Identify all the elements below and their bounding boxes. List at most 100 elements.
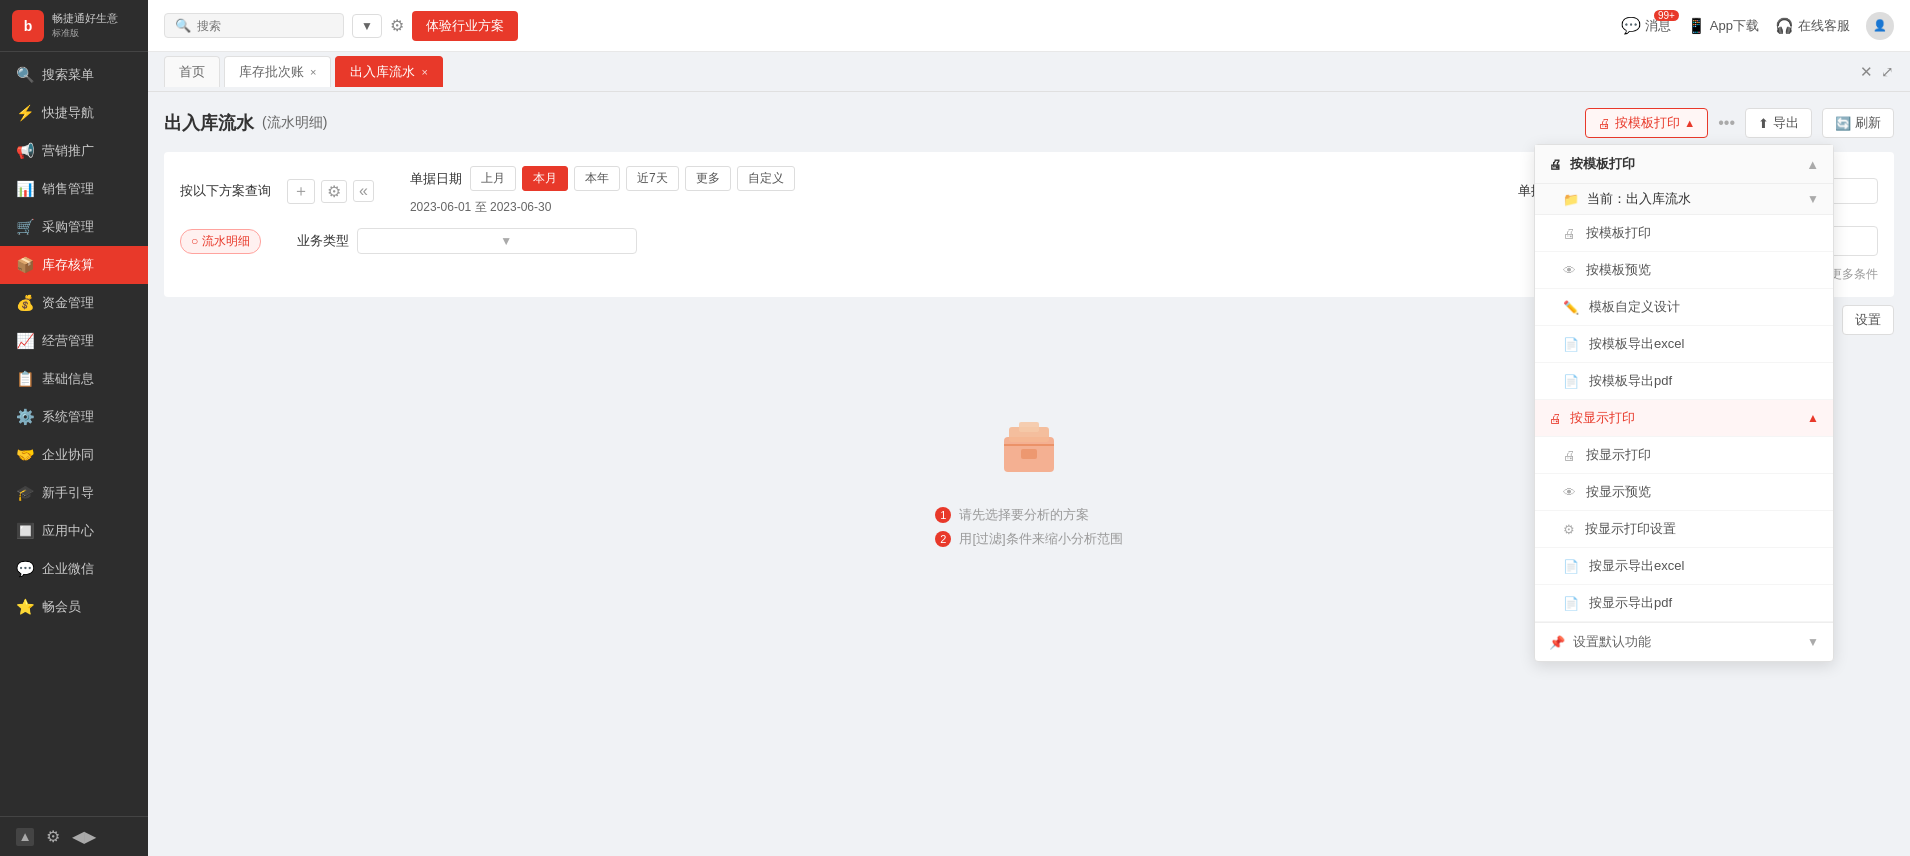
export-button[interactable]: ⬆ 导出: [1745, 108, 1812, 138]
refresh-button[interactable]: 🔄 刷新: [1822, 108, 1894, 138]
empty-hint-2: 用[过滤]条件来缩小分析范围: [935, 527, 1122, 551]
sidebar-item-label-operation: 经营管理: [42, 332, 94, 350]
sidebar-item-system[interactable]: ⚙️ 系统管理: [0, 398, 148, 436]
dropdown-item-display-pdf[interactable]: 📄 按显示导出pdf: [1535, 585, 1833, 622]
date-btn-7days[interactable]: 近7天: [626, 166, 679, 191]
collapse-sidebar-icon[interactable]: ◀▶: [72, 827, 96, 846]
inventory-icon: 📦: [16, 256, 34, 274]
date-btn-more[interactable]: 更多: [685, 166, 731, 191]
page-actions-wrapper: 🖨 按模板打印 ▲ ••• ⬆ 导出 🔄 刷新: [1585, 108, 1894, 138]
sidebar-item-label-search: 搜索菜单: [42, 66, 94, 84]
collapse-filter-icon[interactable]: «: [353, 180, 374, 202]
date-btn-this-month[interactable]: 本月: [522, 166, 568, 191]
dropdown-set-default[interactable]: 📌 设置默认功能 ▼: [1535, 622, 1833, 661]
user-avatar[interactable]: 👤: [1866, 12, 1894, 40]
edit-icon-sm: ✏️: [1563, 300, 1579, 315]
current-template-arrow[interactable]: ▼: [1807, 192, 1819, 206]
filter-tag-liushui: ○ 流水明细: [180, 229, 261, 254]
panel-scroll-up-arrow[interactable]: ▲: [1806, 157, 1819, 172]
gear-icon[interactable]: ⚙: [390, 16, 404, 35]
dropdown-item-template-preview-label: 按模板预览: [1586, 261, 1651, 279]
settings-icon[interactable]: ⚙: [46, 827, 60, 846]
logo-area: b 畅捷通好生意 标准版: [0, 0, 148, 52]
dropdown-section-display[interactable]: 🖨 按显示打印 ▲: [1535, 400, 1833, 437]
tab-batch-label: 库存批次账: [239, 63, 304, 81]
sidebar-item-finance[interactable]: 💰 资金管理: [0, 284, 148, 322]
plus-icon[interactable]: ＋: [287, 179, 315, 204]
filter-add-btns[interactable]: ＋ ⚙ «: [287, 179, 374, 204]
sidebar-item-basic[interactable]: 📋 基础信息: [0, 360, 148, 398]
sidebar-item-shortcut[interactable]: ⚡ 快捷导航: [0, 94, 148, 132]
dropdown-item-template-excel[interactable]: 📄 按模板导出excel: [1535, 326, 1833, 363]
display-pdf-icon: 📄: [1563, 596, 1579, 611]
dropdown-item-display-excel[interactable]: 📄 按显示导出excel: [1535, 548, 1833, 585]
dropdown-arrow-btn[interactable]: ▼: [352, 14, 382, 38]
eye-icon-sm: 👁: [1563, 263, 1576, 278]
dropdown-item-template-pdf[interactable]: 📄 按模板导出pdf: [1535, 363, 1833, 400]
tab-home[interactable]: 首页: [164, 56, 220, 87]
dropdown-item-display-preview[interactable]: 👁 按显示预览: [1535, 474, 1833, 511]
tab-flow-close-icon[interactable]: ×: [421, 66, 427, 78]
dropdown-item-template-custom-label: 模板自定义设计: [1589, 298, 1680, 316]
search-box[interactable]: 🔍: [164, 13, 344, 38]
business-type-select[interactable]: ▼: [357, 228, 637, 254]
dropdown-section-display-label: 按显示打印: [1570, 409, 1635, 427]
app-download-button[interactable]: 📱 App下载: [1687, 17, 1759, 35]
search-input[interactable]: [197, 19, 333, 33]
sidebar-item-appstore[interactable]: 🔲 应用中心: [0, 512, 148, 550]
dropdown-title: 按模板打印: [1570, 155, 1635, 173]
current-template-label: 当前：出入库流水: [1587, 190, 1691, 208]
expand-tab-button[interactable]: ⤢: [1881, 63, 1894, 81]
dropdown-item-template-preview[interactable]: 👁 按模板预览: [1535, 252, 1833, 289]
sidebar-item-operation[interactable]: 📈 经营管理: [0, 322, 148, 360]
messages-button[interactable]: 💬 消息 99+: [1621, 16, 1671, 35]
close-all-tabs-button[interactable]: ✕: [1860, 63, 1873, 81]
try-industry-button[interactable]: 体验行业方案: [412, 11, 518, 41]
system-icon: ⚙️: [16, 408, 34, 426]
page-header: 出入库流水 (流水明细) 🖨 按模板打印 ▲ ••• ⬆ 导出 🔄: [164, 108, 1894, 138]
sidebar-item-search[interactable]: 🔍 搜索菜单: [0, 56, 148, 94]
dropdown-item-template-excel-label: 按模板导出excel: [1589, 335, 1684, 353]
tab-batch-close-icon[interactable]: ×: [310, 66, 316, 78]
sidebar-item-marketing[interactable]: 📢 营销推广: [0, 132, 148, 170]
dropdown-item-template-custom[interactable]: ✏️ 模板自定义设计: [1535, 289, 1833, 326]
dropdown-item-template-print[interactable]: 🖨 按模板打印: [1535, 215, 1833, 252]
dropdown-footer-label: 设置默认功能: [1573, 633, 1651, 651]
tab-flow[interactable]: 出入库流水 ×: [335, 56, 442, 87]
dropdown-item-display-print[interactable]: 🖨 按显示打印: [1535, 437, 1833, 474]
date-btn-custom[interactable]: 自定义: [737, 166, 795, 191]
sidebar-nav: 🔍 搜索菜单 ⚡ 快捷导航 📢 营销推广 📊 销售管理 🛒 采购管理 📦: [0, 52, 148, 816]
tab-batch[interactable]: 库存批次账 ×: [224, 56, 331, 87]
dropdown-item-display-settings[interactable]: ⚙ 按显示打印设置: [1535, 511, 1833, 548]
settings-filter-icon[interactable]: ⚙: [321, 180, 347, 203]
online-service-button[interactable]: 🎧 在线客服: [1775, 17, 1850, 35]
sidebar-item-inventory[interactable]: 📦 库存核算: [0, 246, 148, 284]
filter-label: 按以下方案查询: [180, 182, 271, 200]
more-dots-icon[interactable]: •••: [1718, 114, 1735, 132]
set-default-icon: 📌: [1549, 635, 1565, 650]
sidebar-item-member[interactable]: ⭐ 畅会员: [0, 588, 148, 626]
sidebar-scroll-up[interactable]: ▲: [16, 828, 34, 846]
page-title: 出入库流水: [164, 111, 254, 135]
print-template-button[interactable]: 🖨 按模板打印 ▲: [1585, 108, 1708, 138]
dropdown-item-display-preview-label: 按显示预览: [1586, 483, 1651, 501]
settings-button[interactable]: 设置: [1842, 305, 1894, 335]
date-btn-last-month[interactable]: 上月: [470, 166, 516, 191]
sidebar-item-guide[interactable]: 🎓 新手引导: [0, 474, 148, 512]
export-icon: ⬆: [1758, 116, 1769, 131]
sidebar-item-wechat[interactable]: 💬 企业微信: [0, 550, 148, 588]
section-collapse-icon[interactable]: ▲: [1807, 411, 1819, 425]
top-bar-right: 💬 消息 99+ 📱 App下载 🎧 在线客服 👤: [1621, 12, 1894, 40]
business-type-group: 业务类型 ▼: [297, 228, 637, 254]
date-btn-this-year[interactable]: 本年: [574, 166, 620, 191]
logo-badge: 标准版: [52, 27, 118, 40]
excel-icon-sm: 📄: [1563, 337, 1579, 352]
date-range-display: 2023-06-01 至 2023-06-30: [410, 199, 795, 216]
sidebar-item-purchase[interactable]: 🛒 采购管理: [0, 208, 148, 246]
printer-icon-sm: 🖨: [1563, 226, 1576, 241]
print-dropdown-panel: 🖨 按模板打印 ▲ 📁 当前：出入库流水 ▼: [1534, 144, 1834, 662]
sidebar-item-collab[interactable]: 🤝 企业协同: [0, 436, 148, 474]
sidebar-item-sales[interactable]: 📊 销售管理: [0, 170, 148, 208]
filter-tag-label: 流水明细: [202, 233, 250, 250]
main-area: 🔍 ▼ ⚙ 体验行业方案 💬 消息 99+ 📱 App下载 🎧: [148, 0, 1910, 856]
